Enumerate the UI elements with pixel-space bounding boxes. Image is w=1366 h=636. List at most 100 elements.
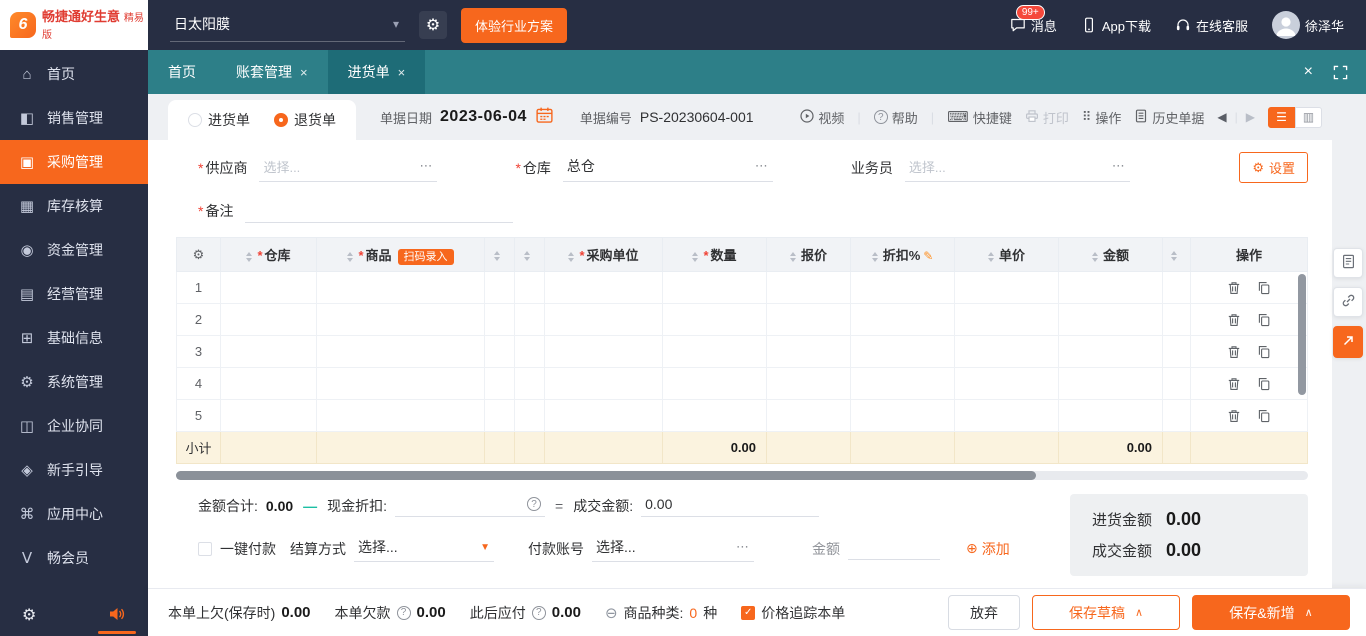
video-button[interactable]: 视频 <box>800 108 844 127</box>
sidebar-item-guide[interactable]: ◈ 新手引导 <box>0 448 148 492</box>
copy-row-icon[interactable] <box>1257 409 1271 423</box>
copy-row-icon[interactable] <box>1257 377 1271 391</box>
delete-row-icon[interactable] <box>1227 409 1241 423</box>
cell-unit-price[interactable] <box>954 303 1059 336</box>
radio-purchase-order[interactable]: 进货单 <box>188 110 250 130</box>
cell-product[interactable] <box>316 335 485 368</box>
header-purchase-unit[interactable]: * 采购单位 <box>544 237 663 272</box>
add-payment-button[interactable]: ⊕ 添加 <box>966 539 1010 559</box>
history-documents-button[interactable]: 历史单据 <box>1134 108 1204 127</box>
abandon-button[interactable]: 放弃 <box>948 595 1020 630</box>
app-download-button[interactable]: App下载 <box>1081 16 1151 35</box>
supplier-select[interactable]: 选择... ⋯ <box>259 154 438 182</box>
cell-quantity[interactable] <box>662 303 767 336</box>
cell-product[interactable] <box>316 399 485 432</box>
calendar-icon[interactable] <box>535 106 554 128</box>
header-amount[interactable]: 金额 <box>1058 237 1163 272</box>
header-warehouse[interactable]: * 仓库 <box>220 237 317 272</box>
cell-discount[interactable] <box>850 335 955 368</box>
column-settings-button[interactable]: ⚙ 设置 <box>1239 152 1308 183</box>
tab-purchase-order[interactable]: 进货单 × <box>327 50 426 94</box>
cell-purchase-unit[interactable] <box>544 271 663 304</box>
scan-entry-button[interactable]: 扫码录入 <box>397 249 454 265</box>
help-button[interactable]: ? 帮助 <box>873 108 918 127</box>
delete-row-icon[interactable] <box>1227 281 1241 295</box>
cell-discount[interactable] <box>850 367 955 400</box>
copy-row-icon[interactable] <box>1257 345 1271 359</box>
sidebar-item-sales[interactable]: ◧ 销售管理 <box>0 96 148 140</box>
pay-amount-input[interactable] <box>848 537 940 560</box>
account-select[interactable]: 日太阳膜 ▾ <box>170 9 405 42</box>
horizontal-scrollbar-thumb[interactable] <box>176 471 1037 480</box>
hotkeys-button[interactable]: ⌨ 快捷键 <box>947 108 1012 127</box>
print-button[interactable]: 打印 <box>1025 108 1069 127</box>
header-hidden-col[interactable] <box>484 237 515 272</box>
header-unit-price[interactable]: 单价 <box>954 237 1059 272</box>
cell-product[interactable] <box>316 303 485 336</box>
messages-button[interactable]: 99+ 消息 <box>1010 4 1057 35</box>
operations-button[interactable]: ⠿ 操作 <box>1082 108 1122 127</box>
cell-amount[interactable] <box>1058 335 1163 368</box>
cell-product[interactable] <box>316 271 485 304</box>
settle-method-select[interactable]: 选择... ▼ <box>354 535 494 562</box>
cell-quote[interactable] <box>766 399 851 432</box>
share-float-button[interactable] <box>1333 326 1363 358</box>
sidebar-item-member[interactable]: Ⅴ 畅会员 <box>0 536 148 580</box>
link-float-button[interactable] <box>1333 287 1363 317</box>
supplier-picker-icon[interactable]: ⋯ <box>419 158 433 174</box>
sidebar-item-system[interactable]: ⚙ 系统管理 <box>0 360 148 404</box>
one-click-pay-checkbox[interactable] <box>198 541 212 556</box>
delete-row-icon[interactable] <box>1227 345 1241 359</box>
cell-warehouse[interactable] <box>220 335 317 368</box>
sidebar-item-funds[interactable]: ◉ 资金管理 <box>0 228 148 272</box>
remark-input[interactable] <box>245 199 514 223</box>
pay-account-select[interactable]: 选择... ⋯ <box>592 535 754 562</box>
close-tab-icon[interactable]: × <box>300 65 308 80</box>
grid-settings-header[interactable]: ⚙ <box>176 237 221 272</box>
cell-quantity[interactable] <box>662 399 767 432</box>
header-product[interactable]: * 商品 扫码录入 <box>316 237 485 272</box>
cell-product[interactable] <box>316 367 485 400</box>
cell-quantity[interactable] <box>662 367 767 400</box>
cell-purchase-unit[interactable] <box>544 367 663 400</box>
cell-amount[interactable] <box>1058 303 1163 336</box>
radio-return-order[interactable]: 退货单 <box>274 110 336 130</box>
document-date-value[interactable]: 2023-06-04 <box>440 108 527 126</box>
pay-account-picker-icon[interactable]: ⋯ <box>736 539 750 555</box>
sidebar-item-business[interactable]: ▤ 经营管理 <box>0 272 148 316</box>
sidebar-settings-gear-icon[interactable]: ⚙ <box>22 605 36 625</box>
cell-quote[interactable] <box>766 271 851 304</box>
experience-solution-button[interactable]: 体验行业方案 <box>461 7 568 43</box>
vertical-scrollbar-thumb[interactable] <box>1298 274 1306 395</box>
close-tab-icon[interactable]: × <box>398 65 406 80</box>
cell-quote[interactable] <box>766 367 851 400</box>
list-view-toggle[interactable]: ☰ <box>1268 106 1295 128</box>
price-track-checkbox[interactable]: ✓ <box>741 605 756 620</box>
cell-quantity[interactable] <box>662 271 767 304</box>
cell-purchase-unit[interactable] <box>544 335 663 368</box>
cell-discount[interactable] <box>850 399 955 432</box>
fullscreen-icon[interactable] <box>1333 65 1348 80</box>
salesman-select[interactable]: 选择... ⋯ <box>904 154 1130 182</box>
cell-purchase-unit[interactable] <box>544 303 663 336</box>
copy-row-icon[interactable] <box>1257 281 1271 295</box>
next-document-icon[interactable]: ▶ <box>1246 110 1255 124</box>
salesman-picker-icon[interactable]: ⋯ <box>1112 158 1126 174</box>
horizontal-scrollbar[interactable] <box>176 471 1308 480</box>
cell-unit-price[interactable] <box>954 335 1059 368</box>
online-service-button[interactable]: 在线客服 <box>1175 16 1248 35</box>
cell-unit-price[interactable] <box>954 399 1059 432</box>
header-discount[interactable]: 折扣% ✎ <box>850 237 955 272</box>
cell-unit-price[interactable] <box>954 367 1059 400</box>
cell-amount[interactable] <box>1058 271 1163 304</box>
cell-amount[interactable] <box>1058 399 1163 432</box>
tab-account-books[interactable]: 账套管理 × <box>216 50 328 94</box>
header-quote[interactable]: 报价 <box>766 237 851 272</box>
sidebar-item-purchase[interactable]: ▣ 采购管理 <box>0 140 148 184</box>
cell-quote[interactable] <box>766 335 851 368</box>
save-draft-button[interactable]: 保存草稿 ∧ <box>1032 595 1180 630</box>
sidebar-item-basic-info[interactable]: ⊞ 基础信息 <box>0 316 148 360</box>
cell-discount[interactable] <box>850 303 955 336</box>
warehouse-select[interactable]: 总仓 ⋯ <box>562 153 773 182</box>
delete-row-icon[interactable] <box>1227 377 1241 391</box>
